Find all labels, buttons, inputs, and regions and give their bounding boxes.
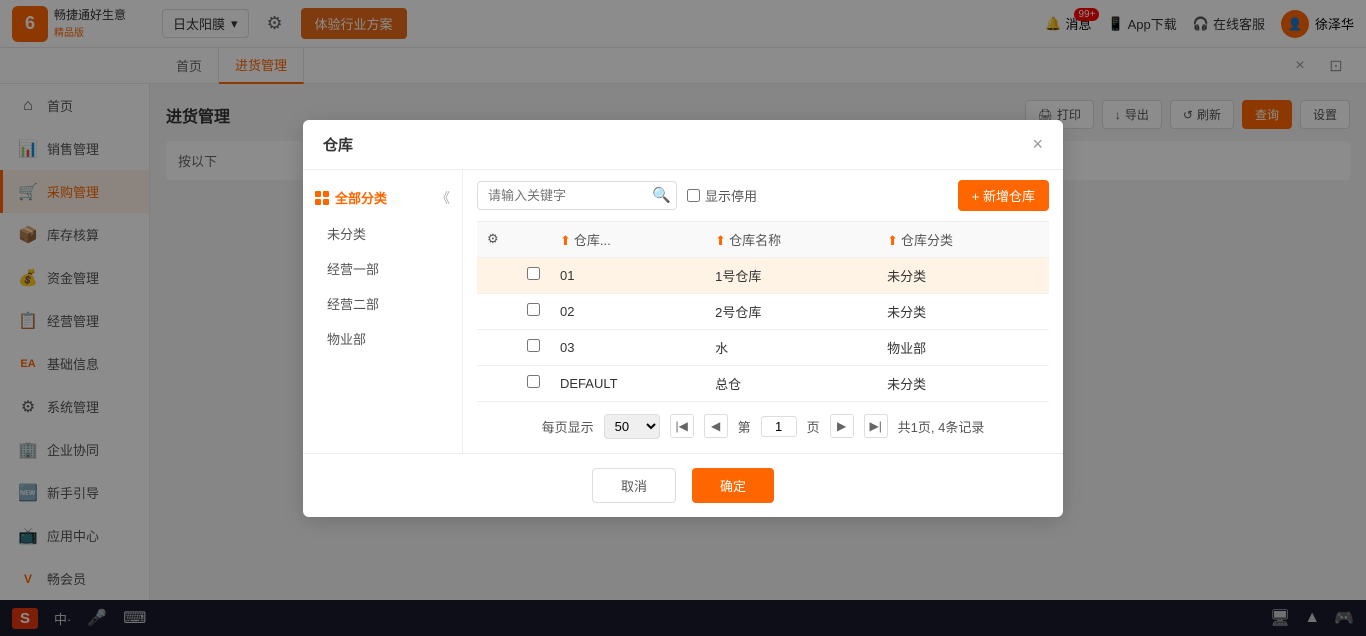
row-checkbox[interactable] bbox=[527, 303, 540, 316]
category-item-ops1[interactable]: 经营一部 bbox=[303, 251, 462, 286]
row-name: 总仓 bbox=[705, 365, 877, 401]
th-gear: ⚙ bbox=[477, 221, 517, 257]
row-check[interactable] bbox=[517, 365, 550, 401]
sort-icon-name: ⬆ bbox=[715, 233, 726, 248]
row-check[interactable] bbox=[517, 329, 550, 365]
category-grid-icon bbox=[315, 191, 329, 205]
category-item-property[interactable]: 物业部 bbox=[303, 321, 462, 356]
prev-page-button[interactable]: ◀ bbox=[704, 414, 728, 438]
sort-icon-code: ⬆ bbox=[560, 233, 571, 248]
all-categories-label: 全部分类 bbox=[335, 188, 387, 207]
category-collapse-button[interactable]: 《 bbox=[436, 188, 450, 208]
category-item-ops2[interactable]: 经营二部 bbox=[303, 286, 462, 321]
th-code: ⬆仓库... bbox=[550, 221, 705, 257]
confirm-button[interactable]: 确定 bbox=[692, 468, 774, 503]
add-warehouse-button[interactable]: + 新增仓库 bbox=[958, 180, 1049, 211]
modal-close-button[interactable]: × bbox=[1032, 134, 1043, 155]
cancel-button[interactable]: 取消 bbox=[592, 468, 676, 503]
per-page-label: 每页显示 bbox=[542, 417, 594, 436]
pagination-bar: 每页显示 50 100 200 |◀ ◀ 第 页 ▶ ▶| 共1页, 4条记录 bbox=[477, 402, 1049, 443]
table-row[interactable]: 03 水 物业部 bbox=[477, 329, 1049, 365]
table-row[interactable]: 02 2号仓库 未分类 bbox=[477, 293, 1049, 329]
row-name: 水 bbox=[705, 329, 877, 365]
page-label: 第 bbox=[738, 417, 751, 436]
row-gear bbox=[477, 257, 517, 293]
modal-overlay: 仓库 × 全部分类 《 未分类 经营一部 经营二部 物业部 bbox=[0, 0, 1366, 636]
row-code: DEFAULT bbox=[550, 365, 705, 401]
row-category: 未分类 bbox=[877, 257, 1049, 293]
modal-header: 仓库 × bbox=[303, 120, 1063, 170]
show-disabled-checkbox[interactable] bbox=[687, 189, 700, 202]
next-page-button[interactable]: ▶ bbox=[830, 414, 854, 438]
row-name: 2号仓库 bbox=[705, 293, 877, 329]
all-categories-header[interactable]: 全部分类 《 bbox=[303, 180, 462, 216]
row-category: 物业部 bbox=[877, 329, 1049, 365]
category-panel: 全部分类 《 未分类 经营一部 经营二部 物业部 bbox=[303, 170, 463, 453]
warehouse-table: ⚙ ⬆仓库... ⬆仓库名称 ⬆仓库分类 bbox=[477, 221, 1049, 402]
page-unit: 页 bbox=[807, 417, 820, 436]
modal-footer: 取消 确定 bbox=[303, 453, 1063, 517]
modal-title: 仓库 bbox=[323, 134, 353, 155]
page-number-input[interactable] bbox=[761, 416, 797, 437]
row-checkbox[interactable] bbox=[527, 375, 540, 388]
show-disabled-label: 显示停用 bbox=[705, 186, 757, 205]
row-check[interactable] bbox=[517, 293, 550, 329]
row-checkbox[interactable] bbox=[527, 339, 540, 352]
row-category: 未分类 bbox=[877, 293, 1049, 329]
table-panel: 🔍 显示停用 + 新增仓库 ⚙ ⬆仓库 bbox=[463, 170, 1063, 453]
table-header-row: ⚙ ⬆仓库... ⬆仓库名称 ⬆仓库分类 bbox=[477, 221, 1049, 257]
row-gear bbox=[477, 293, 517, 329]
first-page-button[interactable]: |◀ bbox=[670, 414, 694, 438]
table-row[interactable]: DEFAULT 总仓 未分类 bbox=[477, 365, 1049, 401]
show-disabled-wrap: 显示停用 bbox=[687, 186, 757, 205]
row-code: 01 bbox=[550, 257, 705, 293]
search-input-wrap: 🔍 bbox=[477, 181, 677, 210]
last-page-button[interactable]: ▶| bbox=[864, 414, 888, 438]
per-page-select[interactable]: 50 100 200 bbox=[604, 414, 660, 439]
th-check bbox=[517, 221, 550, 257]
table-toolbar: 🔍 显示停用 + 新增仓库 bbox=[477, 180, 1049, 211]
row-checkbox[interactable] bbox=[527, 267, 540, 280]
sort-icon-category: ⬆ bbox=[887, 233, 898, 248]
row-code: 03 bbox=[550, 329, 705, 365]
row-gear bbox=[477, 329, 517, 365]
row-name: 1号仓库 bbox=[705, 257, 877, 293]
th-category: ⬆仓库分类 bbox=[877, 221, 1049, 257]
row-category: 未分类 bbox=[877, 365, 1049, 401]
search-input[interactable] bbox=[477, 181, 677, 210]
total-info: 共1页, 4条记录 bbox=[898, 417, 985, 436]
search-button[interactable]: 🔍 bbox=[652, 186, 671, 204]
th-name: ⬆仓库名称 bbox=[705, 221, 877, 257]
row-gear bbox=[477, 365, 517, 401]
row-check[interactable] bbox=[517, 257, 550, 293]
modal-body: 全部分类 《 未分类 经营一部 经营二部 物业部 🔍 bbox=[303, 170, 1063, 453]
table-row[interactable]: 01 1号仓库 未分类 bbox=[477, 257, 1049, 293]
row-code: 02 bbox=[550, 293, 705, 329]
category-item-unclassified[interactable]: 未分类 bbox=[303, 216, 462, 251]
warehouse-modal: 仓库 × 全部分类 《 未分类 经营一部 经营二部 物业部 bbox=[303, 120, 1063, 517]
